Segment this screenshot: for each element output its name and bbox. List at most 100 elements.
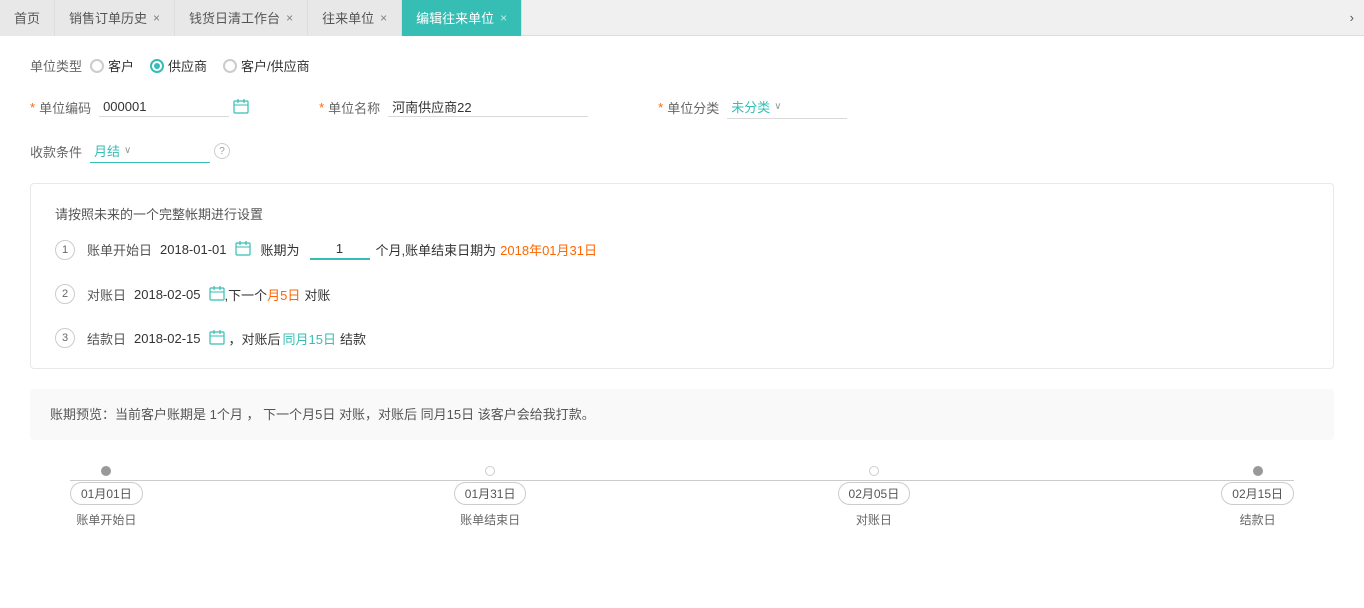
timeline-point-3: 02月05日 对账日 (838, 466, 911, 528)
step-1-date: 2018-01-01 (160, 242, 227, 257)
step-2-date: 2018-02-05 (134, 287, 201, 302)
preview-box: 账期预览：当前客户账期是 1个月 ， 下一个月5日 对账，对账后 同月15日 该… (30, 389, 1334, 440)
payment-terms-value: 月结 (94, 141, 120, 160)
radio-supplier-label: 供应商 (168, 56, 207, 75)
unit-info-row: * 单位编码 * 单位名称 * 单位分类 未分类 ∨ (30, 95, 1334, 119)
radio-both[interactable]: 客户/供应商 (223, 56, 310, 75)
unit-code-star: * (30, 100, 35, 115)
step-1-calendar-icon[interactable] (235, 240, 251, 259)
timeline-points: 01月01日 账单开始日 01月31日 账单结束日 02月05日 对账日 (70, 466, 1294, 528)
step-3-highlight: 同月15日 (283, 329, 336, 348)
step-2-row: 2 对账日 2018-02-05 ,下一个 月5日 对账 (55, 284, 1309, 304)
settings-section: 请按照未来的一个完整帐期进行设置 1 账单开始日 2018-01-01 账期为 … (30, 183, 1334, 369)
unit-category-select[interactable]: 未分类 ∨ (727, 95, 847, 119)
step-3-suffix-post: 结款 (340, 329, 366, 348)
tab-partner-label: 往来单位 (322, 8, 374, 27)
step-2-label: 对账日 (87, 285, 126, 304)
unit-name-input[interactable] (388, 97, 588, 117)
step-2-num: 2 (55, 284, 75, 304)
timeline-date-2: 01月31日 (454, 482, 527, 505)
radio-customer-label: 客户 (108, 56, 134, 75)
timeline-label-3: 对账日 (856, 511, 892, 528)
tab-edit-partner-close[interactable]: × (500, 11, 507, 25)
radio-customer-circle (90, 59, 104, 73)
payment-terms-help-icon[interactable]: ? (214, 143, 230, 159)
tab-cash-daily-label: 钱货日清工作台 (189, 8, 280, 27)
tab-partner[interactable]: 往来单位 × (308, 0, 402, 36)
timeline-point-4: 02月15日 结款日 (1221, 466, 1294, 528)
timeline-dot-3 (869, 466, 879, 476)
step-1-label: 账单开始日 (87, 240, 152, 259)
tab-sales-history[interactable]: 销售订单历史 × (55, 0, 175, 36)
tabs-bar: 首页 销售订单历史 × 钱货日清工作台 × 往来单位 × 编辑往来单位 × › (0, 0, 1364, 36)
step-1-suffix-pre: 账期为 (261, 240, 300, 259)
timeline-point-2: 01月31日 账单结束日 (454, 466, 527, 528)
tab-partner-close[interactable]: × (380, 11, 387, 25)
preview-p3: 同月15日 (421, 407, 474, 422)
step-2-highlight: 月5日 (267, 285, 300, 304)
step-3-date: 2018-02-15 (134, 331, 201, 346)
step-2-date-field: 2018-02-05 (134, 285, 225, 304)
tab-more-button[interactable]: › (1340, 10, 1364, 25)
step-1-suffix-unit: 个月,账单结束日期为 (376, 240, 497, 259)
preview-post2: 该客户会给我打款。 (478, 407, 595, 422)
timeline-dot-2 (485, 466, 495, 476)
step-1-row: 1 账单开始日 2018-01-01 账期为 个月,账单结束日期为 2018年0… (55, 239, 1309, 260)
step-1-end-date: 2018年01月31日 (500, 240, 597, 259)
unit-category-arrow: ∨ (774, 101, 781, 112)
step-3-row: 3 结款日 2018-02-15 ，对账后 同月15日 结款 (55, 328, 1309, 348)
radio-supplier-circle (150, 59, 164, 73)
preview-p1: 1个月 (210, 407, 243, 422)
step-3-suffix-pre: ，对账后 (229, 329, 281, 348)
unit-category-label: 单位分类 (667, 98, 719, 117)
tab-edit-partner-label: 编辑往来单位 (416, 8, 494, 27)
step-1-num: 1 (55, 240, 75, 260)
step-3-calendar-icon[interactable] (209, 329, 225, 348)
unit-name-star: * (319, 100, 324, 115)
unit-code-calendar-icon[interactable] (233, 98, 249, 117)
radio-both-label: 客户/供应商 (241, 56, 310, 75)
preview-mid: ， (247, 407, 260, 422)
step-2-suffix-post: 对账 (304, 285, 330, 304)
timeline-date-1: 01月01日 (70, 482, 143, 505)
payment-terms-select[interactable]: 月结 ∨ (90, 139, 210, 163)
preview-label: 账期预览：当前客户账期是 (50, 407, 206, 422)
tab-home[interactable]: 首页 (0, 0, 55, 36)
unit-code-input[interactable] (99, 97, 229, 117)
unit-code-field (99, 97, 249, 117)
radio-customer[interactable]: 客户 (90, 56, 134, 75)
step-3-date-field: 2018-02-15 (134, 329, 225, 348)
section-title: 请按照未来的一个完整帐期进行设置 (55, 204, 1309, 223)
timeline-point-1: 01月01日 账单开始日 (70, 466, 143, 528)
timeline-label-1: 账单开始日 (76, 511, 136, 528)
step-3-num: 3 (55, 328, 75, 348)
payment-terms-row: 收款条件 月结 ∨ ? (30, 139, 1334, 163)
step-3-label: 结款日 (87, 329, 126, 348)
tab-sales-history-label: 销售订单历史 (69, 8, 147, 27)
radio-both-circle (223, 59, 237, 73)
unit-name-label: 单位名称 (328, 98, 380, 117)
unit-type-row: 单位类型 客户 供应商 客户/供应商 (30, 56, 1334, 75)
step-2-suffix-pre: ,下一个 (225, 285, 268, 304)
radio-supplier[interactable]: 供应商 (150, 56, 207, 75)
timeline-dot-1 (101, 466, 111, 476)
step-1-date-field: 2018-01-01 (160, 240, 251, 259)
tab-sales-history-close[interactable]: × (153, 11, 160, 25)
payment-terms-label: 收款条件 (30, 142, 82, 161)
step-2-calendar-icon[interactable] (209, 285, 225, 304)
preview-p2: 下一个月5日 (263, 407, 335, 422)
timeline-label-4: 结款日 (1240, 511, 1276, 528)
page-content: 单位类型 客户 供应商 客户/供应商 * 单位编码 * (0, 36, 1364, 608)
timeline-dot-4 (1253, 466, 1263, 476)
unit-code-label: 单位编码 (39, 98, 91, 117)
timeline-label-2: 账单结束日 (460, 511, 520, 528)
tab-cash-daily[interactable]: 钱货日清工作台 × (175, 0, 308, 36)
tab-cash-daily-close[interactable]: × (286, 11, 293, 25)
timeline-date-4: 02月15日 (1221, 482, 1294, 505)
step-1-period-input[interactable] (310, 239, 370, 260)
unit-category-value: 未分类 (731, 97, 770, 116)
timeline-date-3: 02月05日 (838, 482, 911, 505)
tab-edit-partner[interactable]: 编辑往来单位 × (402, 0, 522, 36)
timeline: 01月01日 账单开始日 01月31日 账单结束日 02月05日 对账日 (30, 450, 1334, 528)
preview-post1: 对账，对账后 (339, 407, 417, 422)
